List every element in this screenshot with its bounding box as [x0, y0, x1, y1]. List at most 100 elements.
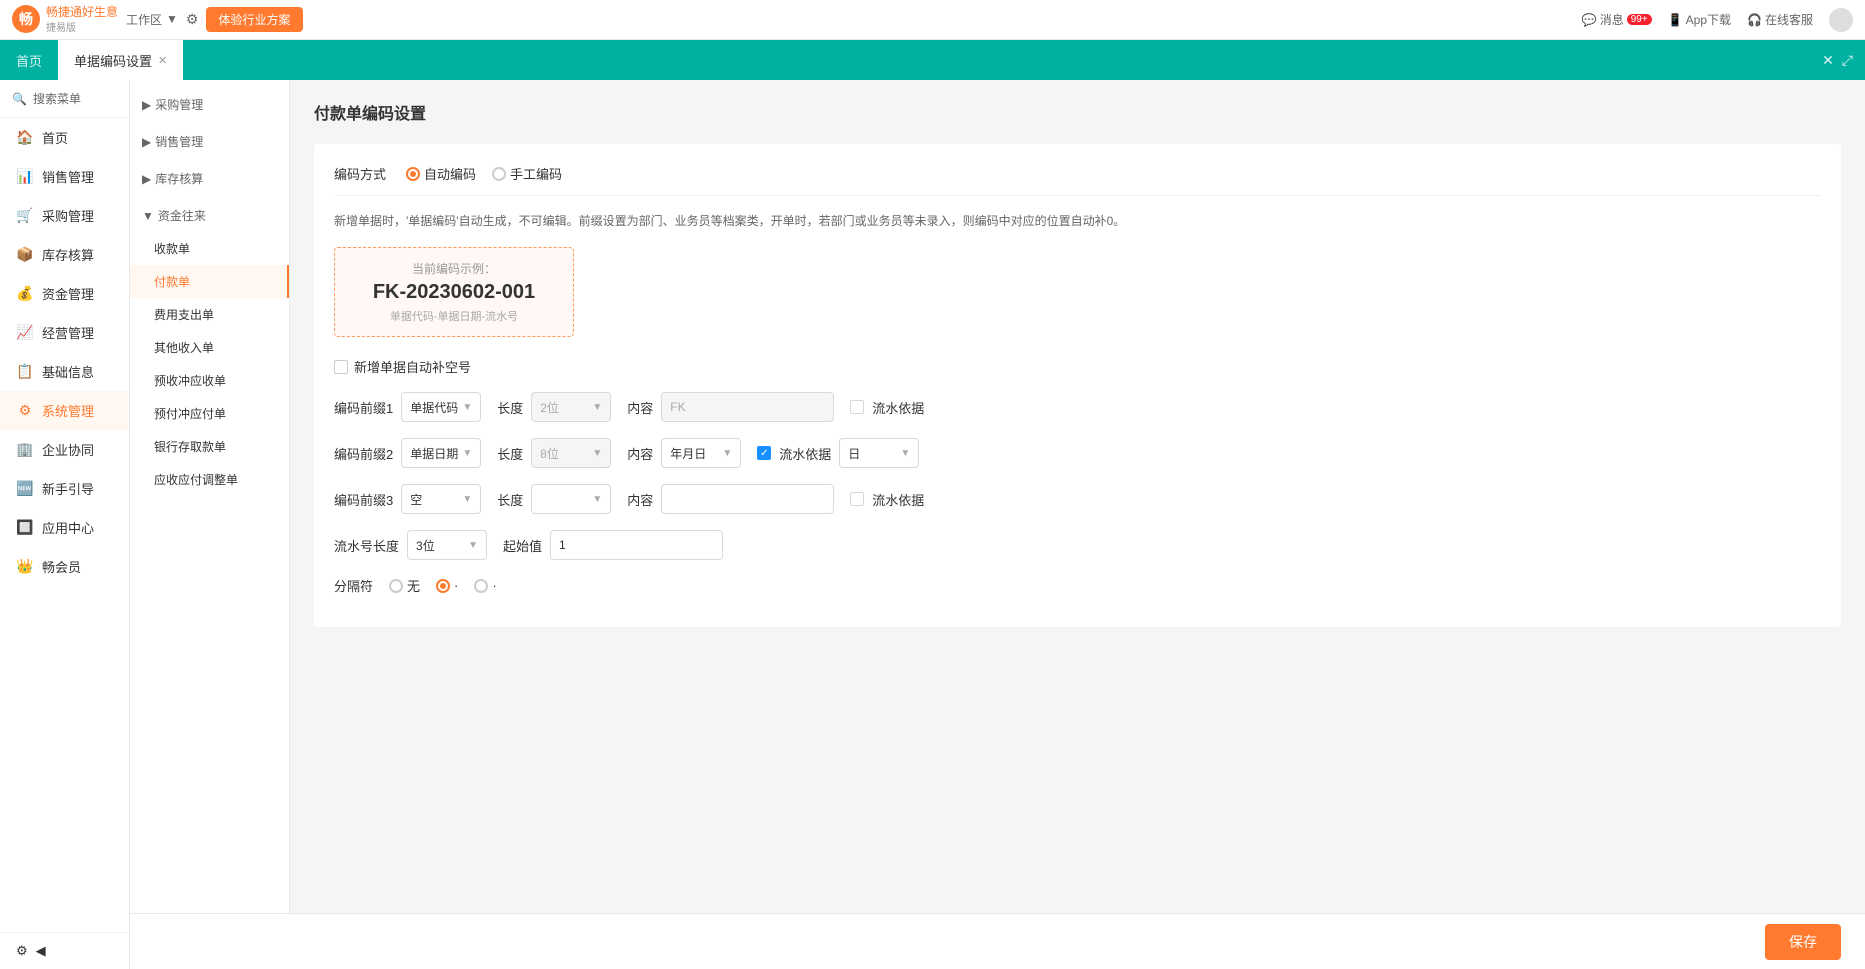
sub-sidebar: ▶ 采购管理 ▶ 销售管理 ▶ 库存核算: [130, 80, 290, 913]
form-row-3: 编码前缀3 空 ▼ 长度 ▼: [334, 484, 1821, 514]
sidebar-item-finance[interactable]: 💰 资金管理: [0, 274, 129, 313]
message-btn[interactable]: 💬 消息 99+: [1582, 11, 1652, 28]
sidebar-settings-icon[interactable]: ⚙: [16, 943, 28, 959]
sub-item-receipt[interactable]: 收款单: [130, 232, 289, 265]
nav-tab-close-btn[interactable]: ✕: [1822, 52, 1834, 69]
prefix1-select[interactable]: 单据代码 ▼: [401, 392, 481, 422]
sidebar-item-guide[interactable]: 🆕 新手引导: [0, 469, 129, 508]
sub-group-finance-title[interactable]: ▼ 资金往来: [130, 199, 289, 232]
trial-btn[interactable]: 体验行业方案: [206, 7, 302, 32]
content2-value: 年月日: [670, 445, 706, 462]
length3-select[interactable]: ▼: [531, 484, 611, 514]
waterfall2-checkbox[interactable]: ✓: [757, 446, 771, 460]
serial-length-select[interactable]: 3位 ▼: [407, 530, 487, 560]
waterfall3-label: 流水依据: [872, 490, 924, 509]
sub-item-ap-adjustment[interactable]: 应收应付调整单: [130, 463, 289, 496]
main-content: 付款单编码设置 编码方式 自动编码 手工编码: [290, 80, 1865, 913]
separator-dash[interactable]: ·: [474, 578, 496, 593]
sidebar-item-apps[interactable]: 🔲 应用中心: [0, 508, 129, 547]
app-download-btn[interactable]: 📱 App下载: [1668, 11, 1731, 28]
length1-select-arrow: ▼: [592, 402, 602, 413]
waterfall2-field: ✓ 流水依据 日 ▼: [757, 438, 919, 468]
sidebar-item-home[interactable]: 🏠 首页: [0, 118, 129, 157]
sidebar-item-sales[interactable]: 📊 销售管理: [0, 157, 129, 196]
waterfall2-period-select[interactable]: 日 ▼: [839, 438, 919, 468]
prefix2-select[interactable]: 单据日期 ▼: [401, 438, 481, 468]
nav-tab-expand-btn[interactable]: ⤢: [1842, 52, 1853, 69]
tab-home-label: 首页: [16, 51, 42, 70]
waterfall3-checkbox[interactable]: [850, 492, 864, 506]
prefix2-label: 编码前缀2: [334, 444, 393, 463]
prefix3-select[interactable]: 空 ▼: [401, 484, 481, 514]
settings-gear-icon[interactable]: ⚙: [186, 11, 199, 28]
prefix1-value: 单据代码: [410, 399, 458, 416]
sub-item-payment[interactable]: 付款单: [130, 265, 289, 298]
content2-select[interactable]: 年月日 ▼: [661, 438, 741, 468]
sub-group-purchase: ▶ 采购管理: [130, 88, 289, 121]
sidebar-search[interactable]: 🔍 搜索菜单: [0, 80, 129, 118]
sub-item-bank-deposit[interactable]: 银行存取款单: [130, 430, 289, 463]
length2-select-arrow: ▼: [592, 448, 602, 459]
length1-select[interactable]: 2位 ▼: [531, 392, 611, 422]
separator-dot[interactable]: ·: [436, 578, 458, 593]
prefix1-field: 编码前缀1 单据代码 ▼: [334, 392, 481, 422]
content1-input[interactable]: [661, 392, 834, 422]
sub-group-sales-title[interactable]: ▶ 销售管理: [130, 125, 289, 158]
workspace-dropdown[interactable]: 工作区 ▼: [126, 11, 178, 28]
preview-desc: 单据代码-单据日期-流水号: [359, 308, 549, 324]
manual-code-radio[interactable]: 手工编码: [492, 164, 562, 183]
content2-field: 内容 年月日 ▼: [627, 438, 741, 468]
sub-item-advance-offset[interactable]: 预付冲应付单: [130, 397, 289, 430]
sidebar-collapse-icon[interactable]: ◀: [36, 943, 46, 959]
sidebar-search-label: 搜索菜单: [33, 90, 81, 107]
waterfall1-checkbox[interactable]: [850, 400, 864, 414]
sidebar-item-purchase[interactable]: 🛒 采购管理: [0, 196, 129, 235]
tab-close-icon[interactable]: ✕: [158, 54, 167, 67]
sidebar-item-basic-label: 基础信息: [42, 362, 94, 381]
chevron-right-icon: ▶: [142, 98, 151, 112]
app-download-icon: 📱: [1668, 13, 1683, 27]
online-service-btn[interactable]: 🎧 在线客服: [1747, 11, 1813, 28]
auto-fill-checkbox[interactable]: [334, 360, 348, 374]
start-value-input[interactable]: [550, 530, 723, 560]
tab-document-code[interactable]: 单据编码设置 ✕: [58, 40, 183, 80]
sidebar-item-enterprise[interactable]: 🏢 企业协同: [0, 430, 129, 469]
user-avatar[interactable]: [1829, 8, 1853, 32]
sidebar-item-inventory[interactable]: 📦 库存核算: [0, 235, 129, 274]
content1-label: 内容: [627, 398, 653, 417]
top-bar-right: 💬 消息 99+ 📱 App下载 🎧 在线客服: [1582, 8, 1853, 32]
workspace-label: 工作区: [126, 11, 162, 28]
sub-group-inventory-title[interactable]: ▶ 库存核算: [130, 162, 289, 195]
length1-field: 长度 2位 ▼: [497, 392, 611, 422]
sidebar-item-guide-label: 新手引导: [42, 479, 94, 498]
sub-item-expense[interactable]: 费用支出单: [130, 298, 289, 331]
length2-value: 8位: [540, 445, 559, 462]
guide-icon: 🆕: [16, 480, 34, 497]
sidebar-item-member[interactable]: 👑 畅会员: [0, 547, 129, 586]
sidebar-item-system-label: 系统管理: [42, 401, 94, 420]
search-icon: 🔍: [12, 92, 27, 106]
prefix3-select-arrow: ▼: [462, 494, 472, 505]
waterfall2-period-value: 日: [848, 445, 860, 462]
auto-code-radio[interactable]: 自动编码: [406, 164, 476, 183]
member-icon: 👑: [16, 558, 34, 575]
sub-group-purchase-title[interactable]: ▶ 采购管理: [130, 88, 289, 121]
encoding-method-label: 编码方式: [334, 164, 386, 183]
sub-item-prepay-offset[interactable]: 预收冲应收单: [130, 364, 289, 397]
sub-item-other-income[interactable]: 其他收入单: [130, 331, 289, 364]
separator-none[interactable]: 无: [389, 576, 420, 595]
length3-field: 长度 ▼: [497, 484, 611, 514]
auto-fill-label: 新增单据自动补空号: [354, 357, 471, 376]
inventory-icon: 📦: [16, 246, 34, 263]
home-icon: 🏠: [16, 129, 34, 146]
length2-select[interactable]: 8位 ▼: [531, 438, 611, 468]
content2-label: 内容: [627, 444, 653, 463]
sub-group-finance-label: 资金往来: [158, 207, 206, 224]
tab-home[interactable]: 首页: [0, 40, 58, 80]
sidebar-item-system[interactable]: ⚙ 系统管理: [0, 391, 129, 430]
save-button[interactable]: 保存: [1765, 924, 1841, 960]
content3-field: 内容: [627, 484, 834, 514]
sidebar-item-operation[interactable]: 📈 经营管理: [0, 313, 129, 352]
sidebar-item-basic[interactable]: 📋 基础信息: [0, 352, 129, 391]
content3-input[interactable]: [661, 484, 834, 514]
